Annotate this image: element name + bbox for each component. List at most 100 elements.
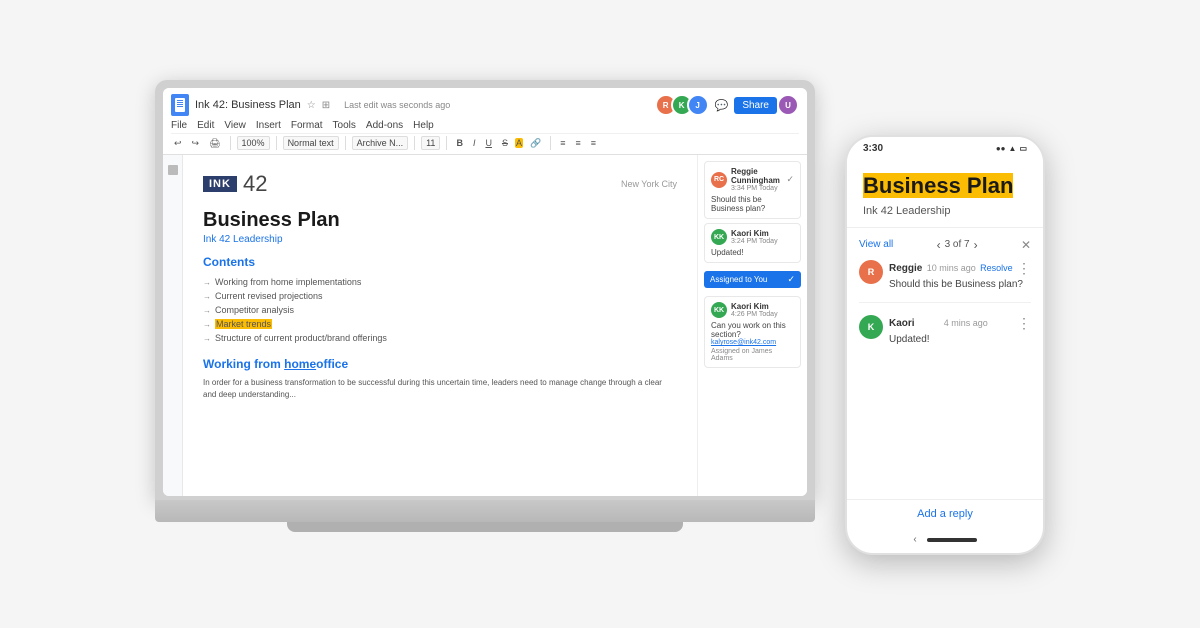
contents-item-3: Competitor analysis <box>203 303 677 317</box>
menu-file[interactable]: File <box>171 120 187 131</box>
align-left-btn[interactable]: ≡ <box>557 137 568 149</box>
print-btn[interactable]: 🖨 <box>206 137 223 150</box>
doc-right-panel: RC Reggie Cunningham 3:34 PM Today ✓ Sho… <box>697 155 807 496</box>
phone-comment-2-text: Updated! <box>889 334 1031 345</box>
add-reply-btn[interactable]: Add a reply <box>917 508 973 520</box>
menu-tools[interactable]: Tools <box>333 120 356 131</box>
user-avatar: U <box>777 94 799 116</box>
ink-header: INK 42 New York City <box>203 171 677 197</box>
link-btn[interactable]: 🔗 <box>527 137 544 150</box>
view-all-link[interactable]: View all <box>859 239 893 250</box>
assigned-badge: Assigned to You ✓ <box>704 271 801 288</box>
menu-help[interactable]: Help <box>413 120 434 131</box>
phone-content: Business Plan Ink 42 Leadership View all… <box>847 158 1043 528</box>
highlight-btn[interactable]: A <box>515 138 523 148</box>
menu-edit[interactable]: Edit <box>197 120 214 131</box>
assigned-comment-time: 4:26 PM Today <box>731 311 778 318</box>
docs-users: R K J 💬 Share U <box>655 94 799 116</box>
phone-comment-2: K Kaori 4 mins ago ⋮ Updated! <box>859 315 1031 345</box>
phone-comment-1-body: Reggie 10 mins ago Resolve ⋮ Should this… <box>889 260 1031 290</box>
docs-title-bar: Ink 42: Business Plan ☆ ⊞ Last edit was … <box>171 92 799 118</box>
laptop: Ink 42: Business Plan ☆ ⊞ Last edit was … <box>155 80 815 540</box>
comment-2-time: 3:24 PM Today <box>731 238 778 245</box>
docs-topbar: Ink 42: Business Plan ☆ ⊞ Last edit was … <box>163 88 807 155</box>
separator-3 <box>345 136 346 150</box>
docs-toolbar: ↩ ↪ 🖨 100% Normal text Archive N... 11 B <box>171 133 799 152</box>
phone-status-icons: ●● ▲ ▭ <box>996 144 1027 153</box>
contents-item-2: Current revised projections <box>203 289 677 303</box>
phone: 3:30 ●● ▲ ▭ Business Plan Ink 42 Leaders… <box>845 135 1045 555</box>
close-comments-btn[interactable]: ✕ <box>1021 238 1031 252</box>
separator-4 <box>414 136 415 150</box>
laptop-base <box>155 500 815 522</box>
comment-2-meta: Kaori Kim 3:24 PM Today <box>731 229 778 245</box>
laptop-screen: Ink 42: Business Plan ☆ ⊞ Last edit was … <box>155 80 815 500</box>
docs-logo <box>175 98 185 112</box>
battery-icon: ▭ <box>1019 144 1027 153</box>
phone-comments-section: View all ‹ 3 of 7 › ✕ R Reggie <box>847 228 1043 499</box>
assigned-comment: KK Kaori Kim 4:26 PM Today Can you work … <box>704 296 801 368</box>
phone-doc-title: Business Plan <box>863 173 1013 198</box>
star-icon: ☆ <box>307 100 316 111</box>
assigned-comment-name: Kaori Kim <box>731 302 778 311</box>
assigned-comment-meta: Kaori Kim 4:26 PM Today <box>731 302 778 318</box>
comment-2-text: Updated! <box>711 248 794 257</box>
wifi-icon: ▲ <box>1009 144 1017 153</box>
menu-addons[interactable]: Add-ons <box>366 120 403 131</box>
phone-comment-2-header: K Kaori 4 mins ago ⋮ Updated! <box>859 315 1031 345</box>
size-dropdown[interactable]: 11 <box>421 136 440 150</box>
style-dropdown[interactable]: Normal text <box>283 136 339 150</box>
next-page-btn[interactable]: › <box>974 238 978 252</box>
folder-icon: ⊞ <box>322 100 330 111</box>
font-dropdown[interactable]: Archive N... <box>352 136 409 150</box>
comment-1-time: 3:34 PM Today <box>731 185 782 192</box>
underline-btn[interactable]: U <box>482 137 495 149</box>
share-button[interactable]: Share <box>734 97 777 114</box>
chat-icon[interactable]: 💬 <box>715 99 729 112</box>
more-options-2[interactable]: ⋮ <box>1017 315 1031 332</box>
phone-comment-1-name: Reggie <box>889 263 922 274</box>
bold-btn[interactable]: B <box>453 137 466 149</box>
contents-item-4: Market trends <box>203 317 677 331</box>
phone-doc-subtitle: Ink 42 Leadership <box>863 205 1027 217</box>
ink-logo: INK <box>203 176 237 192</box>
align-right-btn[interactable]: ≡ <box>588 137 599 149</box>
phone-comment-1-header: R Reggie 10 mins ago Resolve ⋮ Should th… <box>859 260 1031 290</box>
strikethrough-btn[interactable]: S <box>499 137 511 149</box>
menu-format[interactable]: Format <box>291 120 323 131</box>
assigned-comment-link[interactable]: kalyrose@ink42.com <box>711 339 794 346</box>
comment-2-header: KK Kaori Kim 3:24 PM Today <box>711 229 794 245</box>
zoom-dropdown[interactable]: 100% <box>237 136 270 150</box>
comment-2-name: Kaori Kim <box>731 229 778 238</box>
laptop-foot <box>287 522 683 532</box>
ink-number: 42 <box>243 171 267 197</box>
docs-filename: Ink 42: Business Plan <box>195 99 301 111</box>
doc-sidebar <box>163 155 183 496</box>
comment-2-avatar: KK <box>711 229 727 245</box>
comment-1-text: Should this be Business plan? <box>711 195 794 213</box>
align-center-btn[interactable]: ≡ <box>572 137 583 149</box>
resolve-btn[interactable]: Resolve <box>980 263 1013 273</box>
phone-bottom-bar: ‹ <box>847 528 1043 553</box>
separator-5 <box>446 136 447 150</box>
comment-1-header: RC Reggie Cunningham 3:34 PM Today ✓ <box>711 167 794 192</box>
phone-doc-preview: Business Plan Ink 42 Leadership <box>847 158 1043 228</box>
redo-btn[interactable]: ↪ <box>189 137 203 150</box>
assigned-comment-text: Can you work on this section? <box>711 321 794 339</box>
phone-comment-1-text: Should this be Business plan? <box>889 279 1031 290</box>
contents-item-5: Structure of current product/brand offer… <box>203 331 677 345</box>
home-indicator[interactable] <box>927 538 977 542</box>
menu-insert[interactable]: Insert <box>256 120 281 131</box>
undo-btn[interactable]: ↩ <box>171 137 185 150</box>
back-nav[interactable]: ‹ <box>913 534 916 545</box>
add-reply-area: Add a reply <box>847 499 1043 528</box>
assigned-comment-header: KK Kaori Kim 4:26 PM Today <box>711 302 794 318</box>
italic-btn[interactable]: I <box>470 137 479 149</box>
more-options-1[interactable]: ⋮ <box>1017 260 1031 277</box>
prev-page-btn[interactable]: ‹ <box>937 238 941 252</box>
check-icon: ✓ <box>786 174 794 185</box>
pagination: ‹ 3 of 7 › <box>937 238 978 252</box>
phone-status-bar: 3:30 ●● ▲ ▭ <box>847 137 1043 158</box>
comment-1-name: Reggie Cunningham <box>731 167 782 185</box>
menu-view[interactable]: View <box>224 120 246 131</box>
